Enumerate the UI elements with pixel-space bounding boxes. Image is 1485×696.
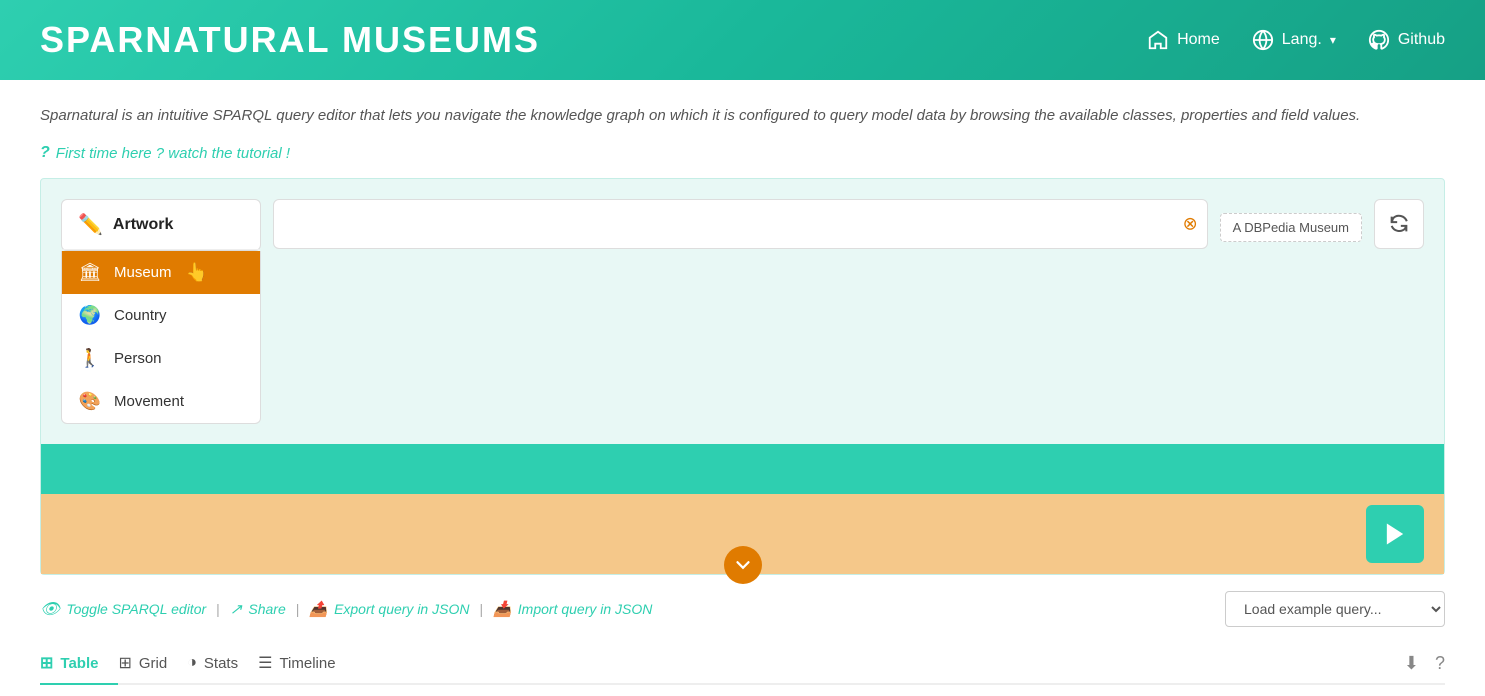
- tab-grid-label: Grid: [139, 655, 167, 672]
- load-example-select[interactable]: Load example query...: [1225, 591, 1445, 627]
- dropdown-item-museum[interactable]: 🏛 Museum 👆: [62, 251, 260, 294]
- share-label: Share: [248, 601, 285, 617]
- question-mark-icon: ?: [40, 144, 50, 162]
- entity-selector[interactable]: ✏️ Artwork: [61, 199, 261, 251]
- dropdown-item-country-label: Country: [114, 307, 167, 324]
- museum-icon: 🏛: [78, 262, 102, 283]
- tab-stats-label: Stats: [204, 655, 238, 672]
- eye-icon: 👁: [40, 599, 60, 619]
- help-button[interactable]: ?: [1435, 653, 1445, 674]
- green-bar: [41, 444, 1444, 494]
- query-builder: ✏️ Artwork 🏛 Museum 👆 🌍 Country: [40, 178, 1445, 575]
- search-input-wrapper[interactable]: [273, 199, 1208, 249]
- bottom-links: 👁 Toggle SPARQL editor | ↗ Share | 📤 Exp…: [40, 599, 1225, 619]
- import-json-label: Import query in JSON: [518, 601, 653, 617]
- globe-icon: [1252, 29, 1274, 51]
- orange-bar: [41, 494, 1444, 574]
- refresh-button[interactable]: [1374, 199, 1424, 249]
- nav-lang[interactable]: Lang. ▾: [1252, 29, 1336, 51]
- tab-table[interactable]: ⊞ Table: [40, 643, 118, 685]
- dropdown-item-museum-label: Museum: [114, 264, 172, 281]
- country-icon: 🌍: [78, 305, 102, 326]
- home-icon: [1147, 29, 1169, 51]
- dropdown-item-person-label: Person: [114, 350, 162, 367]
- sep-2: |: [296, 601, 300, 617]
- search-area: ⊗: [273, 199, 1208, 249]
- export-icon: 📤: [309, 600, 328, 618]
- play-button[interactable]: [1366, 505, 1424, 563]
- nav-github[interactable]: Github: [1368, 29, 1445, 51]
- bottom-toolbar: 👁 Toggle SPARQL editor | ↗ Share | 📤 Exp…: [40, 575, 1445, 635]
- cursor-icon: 👆: [186, 262, 208, 283]
- header: SPARNATURAL MUSEUMS Home Lang. ▾ Github: [0, 0, 1485, 80]
- bottom-row: 👁 Toggle SPARQL editor | ↗ Share | 📤 Exp…: [40, 591, 1445, 627]
- sep-3: |: [479, 601, 483, 617]
- tab-timeline-label: Timeline: [279, 655, 335, 672]
- sep-1: |: [216, 601, 220, 617]
- export-json-label: Export query in JSON: [334, 601, 469, 617]
- timeline-icon: ☰: [258, 653, 272, 673]
- nav-home[interactable]: Home: [1147, 29, 1220, 51]
- chevron-down-icon: [732, 554, 754, 576]
- nav-lang-label: Lang.: [1282, 31, 1322, 49]
- download-button[interactable]: ⬇: [1404, 653, 1419, 674]
- tutorial-text: First time here ? watch the tutorial !: [56, 145, 290, 162]
- play-icon: [1381, 520, 1409, 548]
- dropdown-item-movement[interactable]: 🎨 Movement: [62, 380, 260, 423]
- person-icon: 🚶: [78, 348, 102, 369]
- movement-icon: 🎨: [78, 391, 102, 412]
- result-tabs-right: ⬇ ?: [1404, 653, 1445, 674]
- artwork-icon: ✏️: [78, 212, 103, 237]
- nav-github-label: Github: [1398, 31, 1445, 49]
- toggle-sparql-link[interactable]: 👁 Toggle SPARQL editor: [40, 599, 206, 619]
- entity-label: Artwork: [113, 216, 173, 234]
- chevron-down-icon: ▾: [1330, 33, 1336, 47]
- table-icon: ⊞: [40, 653, 53, 673]
- chevron-down-wrapper[interactable]: [724, 546, 762, 584]
- description: Sparnatural is an intuitive SPARQL query…: [40, 104, 1420, 128]
- refresh-icon: [1388, 213, 1410, 235]
- import-json-link[interactable]: 📥 Import query in JSON: [493, 600, 652, 618]
- tab-table-label: Table: [60, 655, 98, 672]
- tutorial-link[interactable]: ? First time here ? watch the tutorial !: [40, 144, 1445, 162]
- dropdown-item-movement-label: Movement: [114, 393, 184, 410]
- dropdown-item-person[interactable]: 🚶 Person: [62, 337, 260, 380]
- grid-icon: ⊞: [118, 653, 131, 673]
- tab-grid[interactable]: ⊞ Grid: [118, 643, 187, 685]
- result-tabs-left: ⊞ Table ⊞ Grid ◑ Stats ☰ Timeline: [40, 643, 356, 683]
- share-icon: ↗: [230, 600, 243, 618]
- import-icon: 📥: [493, 600, 512, 618]
- share-link[interactable]: ↗ Share: [230, 600, 286, 618]
- header-nav: Home Lang. ▾ Github: [1147, 29, 1445, 51]
- tooltip-badge: A DBPedia Museum: [1220, 213, 1362, 242]
- entity-header: ✏️ Artwork: [62, 200, 260, 250]
- github-icon: [1368, 29, 1390, 51]
- site-title: SPARNATURAL MUSEUMS: [40, 19, 540, 61]
- toggle-sparql-label: Toggle SPARQL editor: [66, 601, 206, 617]
- export-json-link[interactable]: 📤 Export query in JSON: [309, 600, 469, 618]
- entity-dropdown-menu: 🏛 Museum 👆 🌍 Country 🚶 Person 🎨 M: [61, 251, 261, 424]
- tab-stats[interactable]: ◑ Stats: [187, 643, 258, 685]
- main-content: Sparnatural is an intuitive SPARQL query…: [0, 80, 1485, 685]
- result-tabs: ⊞ Table ⊞ Grid ◑ Stats ☰ Timeline ⬇ ?: [40, 643, 1445, 685]
- stats-icon: ◑: [187, 654, 197, 672]
- clear-button[interactable]: ⊗: [1183, 214, 1198, 235]
- entity-dropdown-wrapper: ✏️ Artwork 🏛 Museum 👆 🌍 Country: [61, 199, 261, 424]
- tab-timeline[interactable]: ☰ Timeline: [258, 643, 355, 685]
- query-row: ✏️ Artwork 🏛 Museum 👆 🌍 Country: [61, 199, 1424, 424]
- dropdown-item-country[interactable]: 🌍 Country: [62, 294, 260, 337]
- nav-home-label: Home: [1177, 31, 1220, 49]
